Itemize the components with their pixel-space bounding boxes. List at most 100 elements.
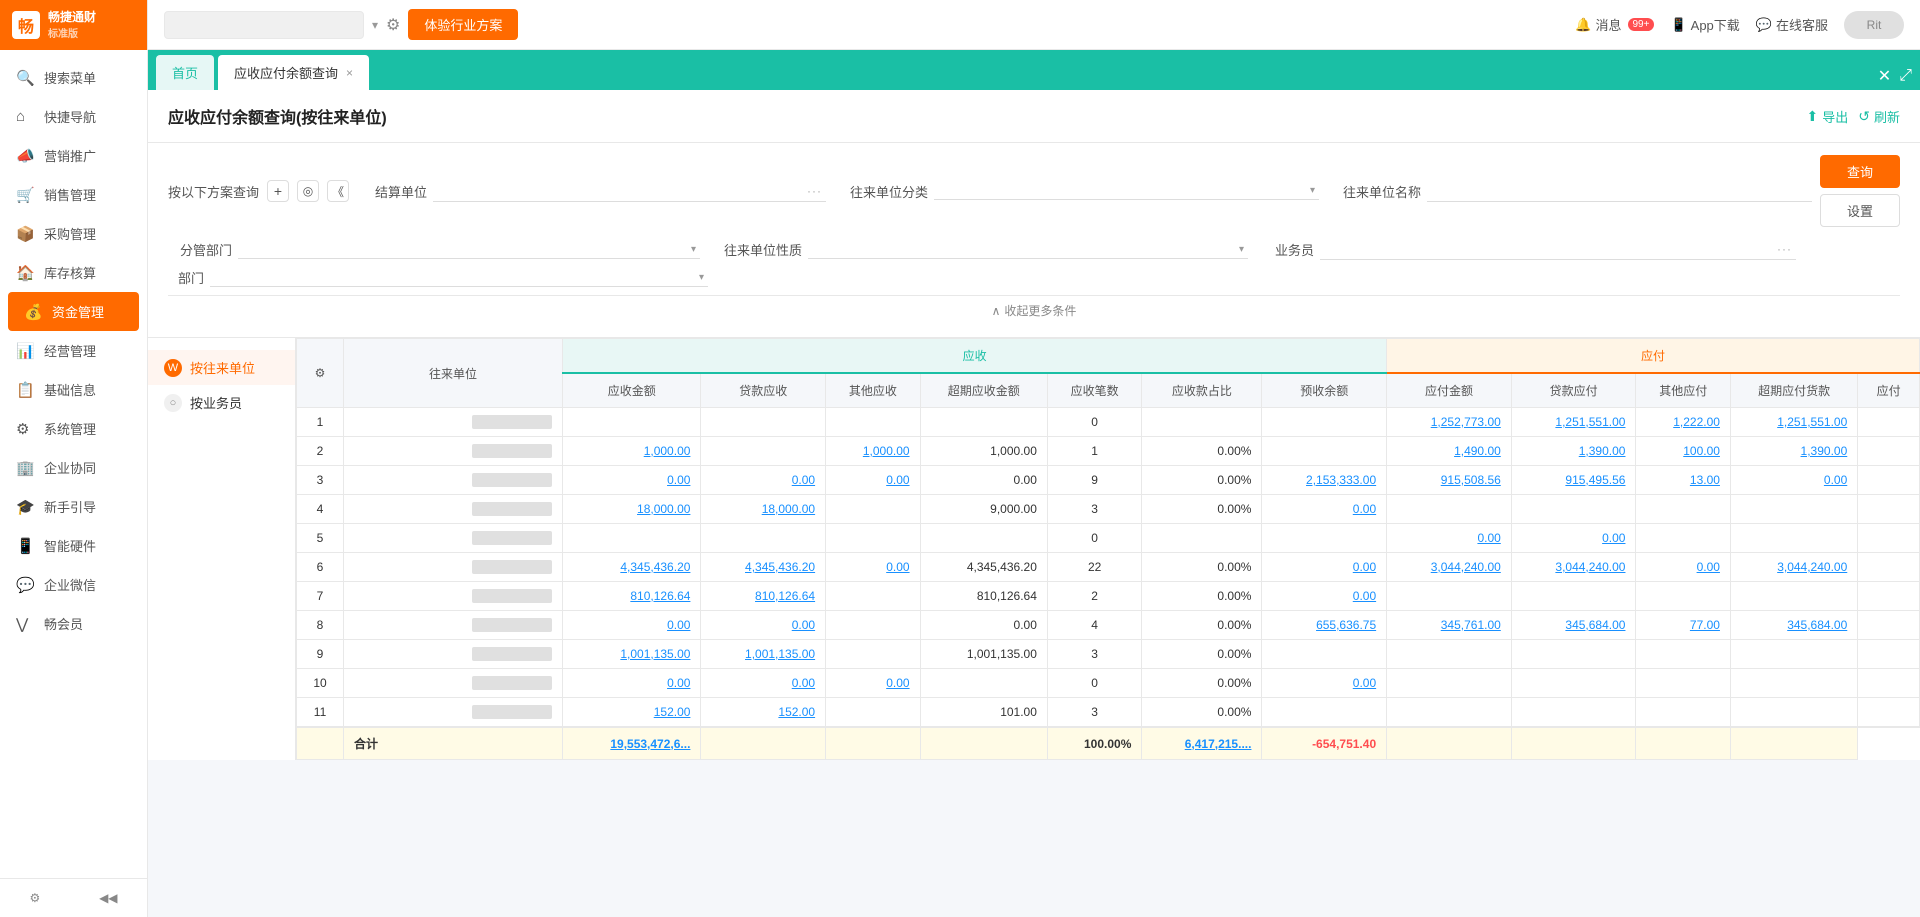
gear-icon[interactable]: ⚙ [386,15,400,35]
table-cell[interactable] [1511,640,1636,669]
table-cell[interactable] [1262,698,1387,728]
settings-btn[interactable]: ⚙ [29,891,40,905]
filter-add-button[interactable]: + [267,180,289,202]
left-panel-item-salesman[interactable]: ○ 按业务员 [148,385,295,420]
table-cell[interactable] [701,437,826,466]
sidebar-item-wechat[interactable]: 💬 企业微信 [0,565,147,604]
table-cell[interactable] [563,408,701,437]
table-cell[interactable]: 810,126.64 [701,582,826,611]
table-cell[interactable] [701,408,826,437]
table-cell[interactable] [826,524,920,553]
export-button[interactable]: ⬆ 导出 [1807,107,1849,126]
table-cell[interactable]: 0.00 [563,466,701,495]
table-cell[interactable]: 0.00 [701,669,826,698]
filter-dept2-select[interactable]: ▾ [210,269,708,287]
sidebar-item-operations[interactable]: 📊 经营管理 [0,331,147,370]
table-cell[interactable]: 18,000.00 [701,495,826,524]
table-cell[interactable] [1730,669,1857,698]
table-cell[interactable] [1387,582,1512,611]
sidebar-item-hardware[interactable]: 📱 智能硬件 [0,526,147,565]
table-cell[interactable]: 915,508.56 [1387,466,1512,495]
tab-close-icon[interactable]: × [346,66,353,80]
sidebar-item-system[interactable]: ⚙ 系统管理 [0,409,147,448]
sidebar-item-purchase[interactable]: 📦 采购管理 [0,214,147,253]
sidebar-item-finance[interactable]: 💰 资金管理 [8,292,139,331]
table-cell[interactable]: 1,001,135.00 [701,640,826,669]
table-cell[interactable]: 3,044,240.00 [1387,553,1512,582]
sidebar-item-sales[interactable]: 🛒 销售管理 [0,175,147,214]
sidebar-item-marketing[interactable]: 📣 营销推广 [0,136,147,175]
table-cell[interactable] [1262,437,1387,466]
query-button[interactable]: 查询 [1820,155,1900,188]
collapse-btn[interactable]: ◀◀ [99,891,117,905]
table-cell[interactable]: 0.00 [563,611,701,640]
table-cell[interactable] [1387,698,1512,728]
table-cell[interactable] [826,408,920,437]
table-cell[interactable] [826,640,920,669]
table-cell[interactable]: 1,252,773.00 [1387,408,1512,437]
table-cell[interactable]: 77.00 [1636,611,1730,640]
table-cell[interactable]: 0.00 [1636,553,1730,582]
filter-dept-select[interactable]: ▾ [238,241,700,259]
left-panel-item-partner[interactable]: W 按往来单位 [148,350,295,385]
filter-partner-name-input[interactable] [1427,180,1812,202]
table-cell[interactable] [1387,640,1512,669]
table-cell[interactable] [1636,698,1730,728]
footer-ar-advance[interactable]: 6,417,215.... [1142,727,1262,760]
sidebar-item-search[interactable]: 🔍 搜索菜单 [0,58,147,97]
table-cell[interactable] [1636,640,1730,669]
table-cell[interactable]: 0.00 [1262,582,1387,611]
table-cell[interactable]: 345,684.00 [1511,611,1636,640]
table-cell[interactable] [1730,495,1857,524]
ellipsis-icon[interactable]: ··· [1777,242,1792,256]
notification-btn[interactable]: 🔔 消息 99+ [1575,15,1654,34]
table-cell[interactable]: 100.00 [1636,437,1730,466]
table-cell[interactable]: 1,390.00 [1511,437,1636,466]
table-cell[interactable]: 1,390.00 [1730,437,1857,466]
filter-nature-select[interactable]: ▾ [808,241,1248,259]
table-cell[interactable]: 0.00 [826,669,920,698]
footer-ar-total[interactable]: 19,553,472,6... [563,727,701,760]
sidebar-item-guide[interactable]: 🎓 新手引导 [0,487,147,526]
table-cell[interactable] [563,524,701,553]
table-cell[interactable] [1262,524,1387,553]
table-cell[interactable]: 1,000.00 [826,437,920,466]
table-cell[interactable] [1730,640,1857,669]
table-cell[interactable] [1636,582,1730,611]
table-cell[interactable] [1262,640,1387,669]
col-settings-header[interactable]: ⚙ [297,339,344,408]
table-cell[interactable]: 0.00 [701,611,826,640]
table-cell[interactable]: 1,251,551.00 [1511,408,1636,437]
table-cell[interactable]: 0.00 [701,466,826,495]
table-cell[interactable] [1511,582,1636,611]
maximize-icon[interactable]: ⤢ [1899,67,1912,85]
table-cell[interactable]: 4,345,436.20 [563,553,701,582]
refresh-button[interactable]: ↺ 刷新 [1858,107,1900,126]
table-cell[interactable]: 0.00 [1262,669,1387,698]
app-download-btn[interactable]: 📱 App下载 [1670,15,1739,34]
table-cell[interactable]: 0.00 [826,553,920,582]
table-cell[interactable]: 915,495.56 [1511,466,1636,495]
settings-button[interactable]: 设置 [1820,194,1900,227]
tab-ar-query[interactable]: 应收应付余额查询 × [218,55,369,90]
table-cell[interactable] [1387,495,1512,524]
table-cell[interactable]: 1,000.00 [563,437,701,466]
sidebar-item-quick[interactable]: ⌂ 快捷导航 [0,97,147,136]
table-cell[interactable] [1636,524,1730,553]
table-cell[interactable] [1730,582,1857,611]
filter-collapse-button[interactable]: 《 [327,180,349,202]
table-cell[interactable]: 4,345,436.20 [701,553,826,582]
sidebar-item-inventory[interactable]: 🏠 库存核算 [0,253,147,292]
table-cell[interactable]: 0.00 [1387,524,1512,553]
filter-settlement-input[interactable]: ··· [433,180,826,202]
table-cell[interactable]: 3,044,240.00 [1511,553,1636,582]
table-cell[interactable]: 2,153,333.00 [1262,466,1387,495]
table-cell[interactable]: 810,126.64 [563,582,701,611]
user-avatar[interactable]: Rit [1844,11,1904,39]
filter-partner-cat-select[interactable]: ▾ [934,182,1319,200]
table-cell[interactable]: 345,761.00 [1387,611,1512,640]
ellipsis-icon[interactable]: ··· [807,184,822,198]
partner-name-field[interactable] [1431,183,1808,198]
tab-home[interactable]: 首页 [156,55,214,90]
table-cell[interactable]: 1,251,551.00 [1730,408,1857,437]
